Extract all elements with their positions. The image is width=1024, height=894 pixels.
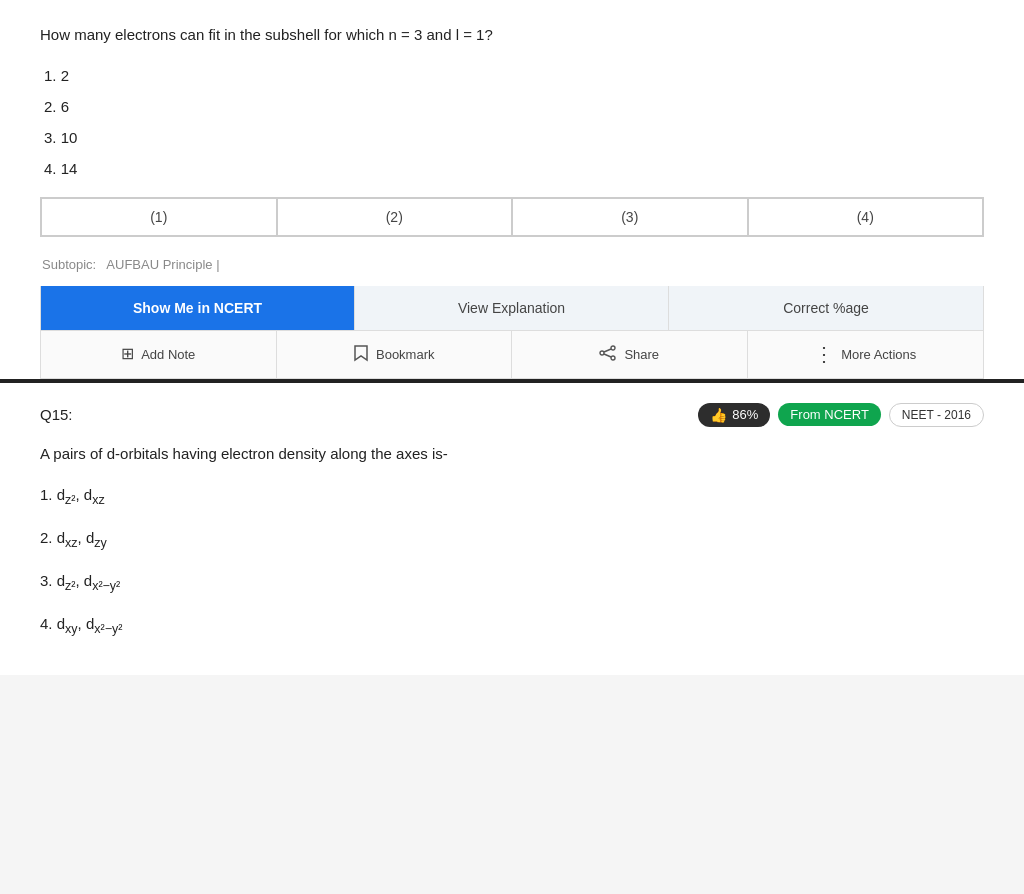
share-button[interactable]: Share — [512, 331, 748, 378]
secondary-action-row: ⊞ Add Note Bookmark — [40, 331, 984, 379]
q15-opt3-part2: d — [84, 572, 92, 589]
add-note-label: Add Note — [141, 347, 195, 362]
add-note-icon: ⊞ — [121, 346, 134, 362]
q14-option-1[interactable]: 1. 2 — [40, 67, 984, 84]
answer-cell-3[interactable]: (3) — [512, 198, 748, 236]
exam-badge-label: NEET - 2016 — [902, 408, 971, 422]
likes-pct: 86% — [732, 407, 758, 422]
q15-header: Q15: 👍 86% From NCERT NEET - 2016 — [40, 403, 984, 427]
q15-opt1-part2: d — [84, 486, 92, 503]
view-explanation-button[interactable]: View Explanation — [355, 286, 669, 330]
more-actions-button[interactable]: ⋮ More Actions — [748, 331, 984, 378]
q15-opt3-sub2: x²−y² — [92, 579, 120, 593]
q15-opt2-sep: , — [78, 529, 86, 546]
q15-opt2-label: 2. — [40, 529, 57, 546]
svg-point-2 — [600, 351, 604, 355]
q15-opt2-sub2: zy — [94, 536, 107, 550]
page-container: How many electrons can fit in the subshe… — [0, 0, 1024, 675]
correct-age-button[interactable]: Correct %age — [669, 286, 983, 330]
q15-opt4-label: 4. — [40, 615, 57, 632]
bookmark-icon — [353, 344, 369, 365]
answer-cell-1[interactable]: (1) — [41, 198, 277, 236]
q15-option-1[interactable]: 1. dz², dxz — [40, 483, 984, 510]
answer-cell-2[interactable]: (2) — [277, 198, 513, 236]
answer-cell-4[interactable]: (4) — [748, 198, 984, 236]
show-ncert-label: Show Me in NCERT — [133, 300, 262, 316]
subtopic: Subtopic: AUFBAU Principle | — [40, 257, 984, 272]
answer-grid: (1) (2) (3) (4) — [40, 197, 984, 237]
q15-question-text: A pairs of d-orbitals having electron de… — [40, 443, 984, 466]
more-actions-icon: ⋮ — [814, 344, 834, 364]
q15-option-3[interactable]: 3. dz², dx²−y² — [40, 569, 984, 596]
correct-age-label: Correct %age — [783, 300, 869, 316]
subtopic-label: Subtopic: — [42, 257, 96, 272]
share-icon — [599, 345, 617, 364]
q15-option-2[interactable]: 2. dxz, dzy — [40, 526, 984, 553]
more-actions-label: More Actions — [841, 347, 916, 362]
q15-opt1-sep: , — [75, 486, 83, 503]
share-label: Share — [624, 347, 659, 362]
bookmark-button[interactable]: Bookmark — [277, 331, 513, 378]
q14-option-4[interactable]: 4. 14 — [40, 160, 984, 177]
thumbs-up-icon: 👍 — [710, 407, 727, 423]
q15-opt1-label: 1. — [40, 486, 57, 503]
q15-opt4-part2: d — [86, 615, 94, 632]
q15-opt1-part1: d — [57, 486, 65, 503]
add-note-button[interactable]: ⊞ Add Note — [41, 331, 277, 378]
q15-number: Q15: — [40, 406, 73, 423]
likes-badge: 👍 86% — [698, 403, 770, 427]
svg-point-0 — [611, 346, 615, 350]
q15-option-4[interactable]: 4. dxy, dx²−y² — [40, 612, 984, 639]
q15-opt4-part1: d — [57, 615, 65, 632]
q15-opt2-part1: d — [57, 529, 65, 546]
subtopic-value: AUFBAU Principle | — [106, 257, 219, 272]
q15-opt4-sub2: x²−y² — [94, 622, 122, 636]
q14-option-2[interactable]: 2. 6 — [40, 98, 984, 115]
q15-opt3-sub1: z² — [65, 579, 75, 593]
show-ncert-button[interactable]: Show Me in NCERT — [41, 286, 355, 330]
q15-opt4-sub1: xy — [65, 622, 78, 636]
view-explanation-label: View Explanation — [458, 300, 565, 316]
q15-badges: 👍 86% From NCERT NEET - 2016 — [698, 403, 984, 427]
q15-opt2-sub1: xz — [65, 536, 78, 550]
svg-line-4 — [604, 354, 611, 357]
svg-point-1 — [611, 356, 615, 360]
q15-opt1-sub1: z² — [65, 493, 75, 507]
q15-block: Q15: 👍 86% From NCERT NEET - 2016 A pair… — [0, 383, 1024, 676]
q14-question-text: How many electrons can fit in the subshe… — [40, 24, 984, 47]
q15-opt1-sub2: xz — [92, 493, 105, 507]
ncert-badge: From NCERT — [778, 403, 880, 426]
q14-option-3[interactable]: 3. 10 — [40, 129, 984, 146]
q15-opt3-sep: , — [75, 572, 83, 589]
q15-opt2-part2: d — [86, 529, 94, 546]
ncert-badge-label: From NCERT — [790, 407, 868, 422]
bookmark-label: Bookmark — [376, 347, 435, 362]
q15-opt3-label: 3. — [40, 572, 57, 589]
svg-line-3 — [604, 349, 611, 352]
q15-opt4-sep: , — [78, 615, 86, 632]
exam-badge: NEET - 2016 — [889, 403, 984, 427]
q15-opt3-part1: d — [57, 572, 65, 589]
q14-block: How many electrons can fit in the subshe… — [0, 0, 1024, 379]
action-row: Show Me in NCERT View Explanation Correc… — [40, 286, 984, 331]
